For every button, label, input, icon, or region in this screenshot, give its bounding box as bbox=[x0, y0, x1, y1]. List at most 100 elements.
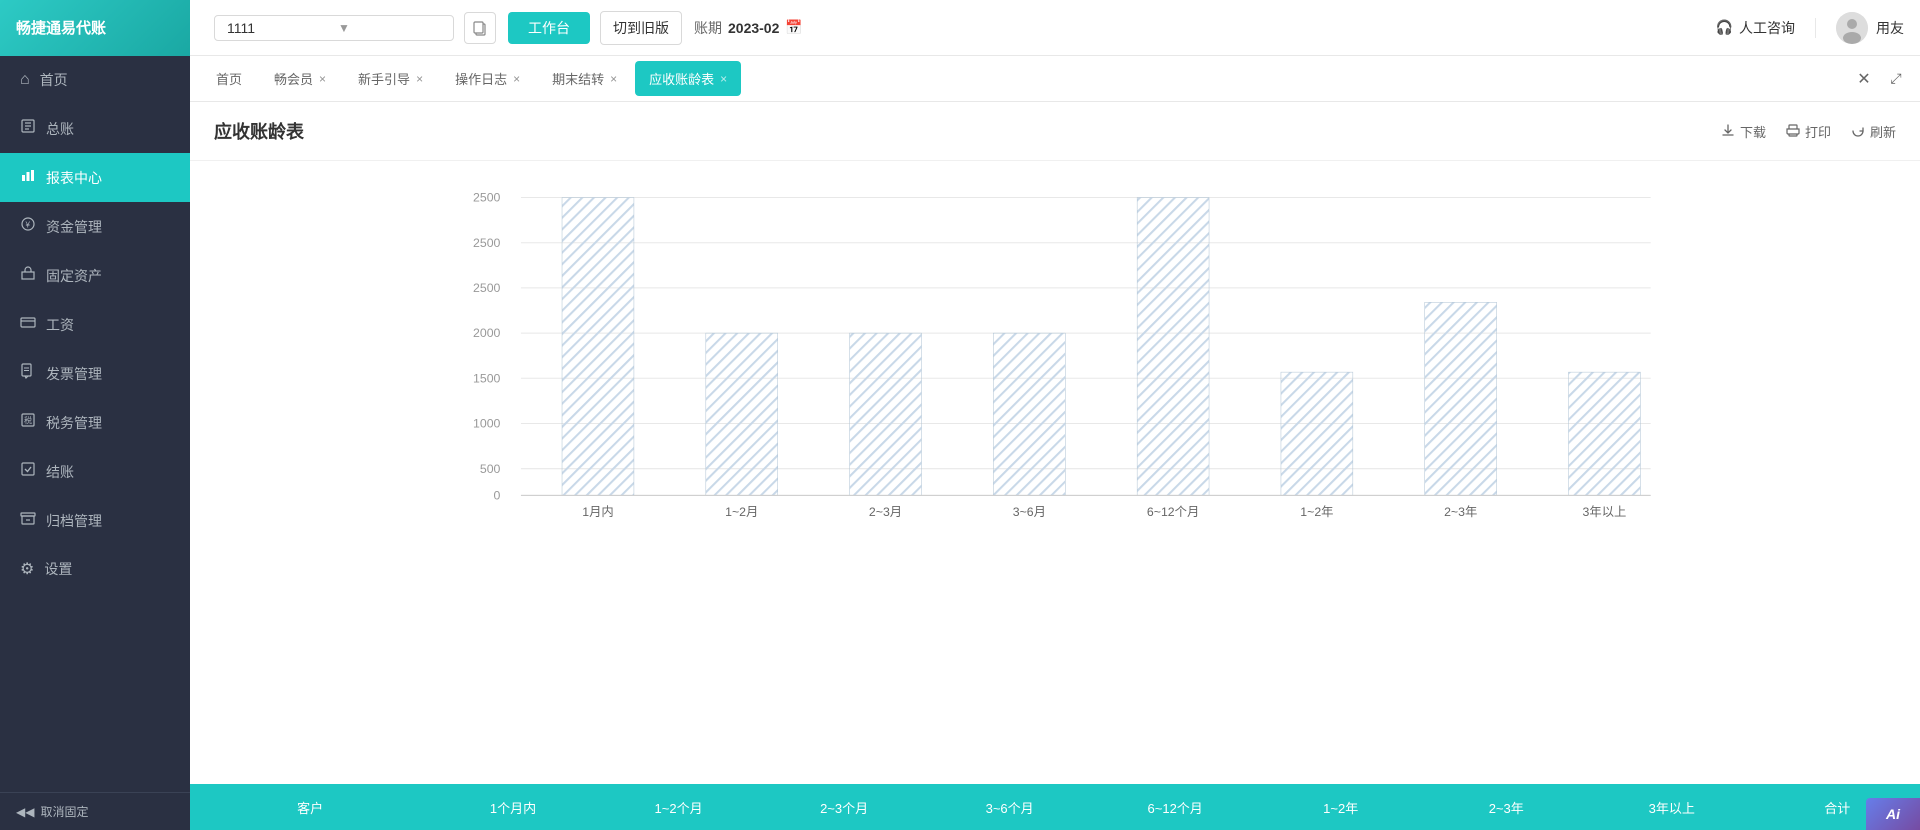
sidebar-item-settle[interactable]: 结账 bbox=[0, 447, 190, 496]
tab-member-label: 畅会员 bbox=[274, 69, 313, 88]
sidebar-item-home[interactable]: ⌂ 首页 bbox=[0, 56, 190, 104]
main-layout: ⌂ 首页 总账 报表中心 ¥ 资金管理 bbox=[0, 56, 1920, 830]
th-2-3month: 2~3个月 bbox=[761, 798, 927, 817]
ai-badge[interactable]: Ai bbox=[1866, 798, 1920, 830]
sidebar-item-tax[interactable]: 税 税务管理 bbox=[0, 398, 190, 447]
tab-period-end-close[interactable]: × bbox=[610, 72, 617, 86]
logo-area: 畅捷通易代账 bbox=[0, 0, 190, 56]
tab-period-end[interactable]: 期末结转 × bbox=[538, 61, 631, 96]
tab-period-end-label: 期末结转 bbox=[552, 69, 604, 88]
svg-text:0: 0 bbox=[494, 488, 501, 502]
svg-text:1000: 1000 bbox=[473, 417, 501, 431]
sidebar-label-assets: 固定资产 bbox=[46, 266, 102, 286]
sidebar-label-settle: 结账 bbox=[46, 462, 74, 482]
page-content: 应收账龄表 下载 打印 刷新 bbox=[190, 102, 1920, 830]
bar-chart: 2500 2500 2500 2000 1500 1000 500 0 bbox=[214, 177, 1896, 557]
reports-icon bbox=[20, 167, 36, 188]
settings-icon: ⚙ bbox=[20, 559, 34, 579]
svg-text:2500: 2500 bbox=[473, 236, 501, 250]
sidebar-item-invoice[interactable]: 发票管理 bbox=[0, 349, 190, 398]
ai-label: Ai bbox=[1886, 806, 1900, 822]
ledger-icon bbox=[20, 118, 36, 139]
sidebar-footer[interactable]: ◀◀ 取消固定 bbox=[0, 792, 190, 830]
tabs-actions: ✕ ⤢ bbox=[1852, 67, 1908, 91]
sidebar-label-settings: 设置 bbox=[44, 559, 72, 579]
page-actions: 下载 打印 刷新 bbox=[1721, 122, 1896, 141]
consult-button[interactable]: 🎧 人工咨询 bbox=[1716, 18, 1795, 38]
company-selector[interactable]: 1111 ▼ bbox=[214, 15, 454, 41]
close-all-button[interactable]: ✕ bbox=[1852, 67, 1876, 91]
sidebar-label-archive: 归档管理 bbox=[46, 511, 102, 531]
user-name: 用友 bbox=[1876, 18, 1904, 38]
app-name: 畅捷通易代账 bbox=[16, 17, 106, 38]
period-area: 账期 2023-02 📅 bbox=[694, 18, 803, 38]
expand-button[interactable]: ⤢ bbox=[1884, 67, 1908, 91]
svg-text:1月内: 1月内 bbox=[582, 505, 613, 519]
tab-member-close[interactable]: × bbox=[319, 72, 326, 86]
page-header: 应收账龄表 下载 打印 刷新 bbox=[190, 102, 1920, 161]
tab-ar-aging[interactable]: 应收账龄表 × bbox=[635, 61, 741, 96]
refresh-button[interactable]: 刷新 bbox=[1851, 122, 1896, 141]
th-3plus-year: 3年以上 bbox=[1589, 798, 1755, 817]
th-1-2year: 1~2年 bbox=[1258, 798, 1424, 817]
workbench-button[interactable]: 工作台 bbox=[508, 12, 590, 44]
download-icon bbox=[1721, 124, 1735, 138]
archive-icon bbox=[20, 510, 36, 531]
sidebar: ⌂ 首页 总账 报表中心 ¥ 资金管理 bbox=[0, 56, 190, 830]
th-2-3year: 2~3年 bbox=[1423, 798, 1589, 817]
consult-label: 人工咨询 bbox=[1739, 18, 1795, 38]
print-icon bbox=[1786, 124, 1800, 138]
chart-container: 2500 2500 2500 2000 1500 1000 500 0 bbox=[190, 161, 1920, 784]
funds-icon: ¥ bbox=[20, 216, 36, 237]
svg-text:2500: 2500 bbox=[473, 191, 501, 205]
sidebar-label-tax: 税务管理 bbox=[46, 413, 102, 433]
tab-oplog-close[interactable]: × bbox=[513, 72, 520, 86]
tab-member[interactable]: 畅会员 × bbox=[260, 61, 340, 96]
svg-text:1500: 1500 bbox=[473, 371, 501, 385]
company-name: 1111 bbox=[227, 20, 330, 36]
svg-text:6~12个月: 6~12个月 bbox=[1147, 505, 1199, 519]
svg-text:税: 税 bbox=[24, 415, 32, 425]
svg-text:¥: ¥ bbox=[25, 221, 31, 230]
svg-text:3~6月: 3~6月 bbox=[1013, 505, 1046, 519]
calendar-icon[interactable]: 📅 bbox=[785, 19, 802, 36]
header-divider bbox=[1815, 18, 1816, 38]
svg-text:1~2月: 1~2月 bbox=[725, 505, 758, 519]
download-label: 下载 bbox=[1740, 122, 1766, 141]
tab-ar-aging-label: 应收账龄表 bbox=[649, 69, 714, 88]
copy-icon bbox=[472, 20, 488, 36]
print-label: 打印 bbox=[1805, 122, 1831, 141]
tab-guide[interactable]: 新手引导 × bbox=[344, 61, 437, 96]
sidebar-item-salary[interactable]: 工资 bbox=[0, 300, 190, 349]
dropdown-arrow-icon: ▼ bbox=[338, 21, 441, 35]
tabs-bar: 首页 畅会员 × 新手引导 × 操作日志 × 期末结转 × 应收账龄表 × bbox=[190, 56, 1920, 102]
svg-text:500: 500 bbox=[480, 462, 501, 476]
tab-oplog-label: 操作日志 bbox=[455, 69, 507, 88]
salary-icon bbox=[20, 314, 36, 335]
period-label: 账期 bbox=[694, 18, 722, 38]
sidebar-item-assets[interactable]: 固定资产 bbox=[0, 251, 190, 300]
sidebar-item-ledger[interactable]: 总账 bbox=[0, 104, 190, 153]
sidebar-item-reports[interactable]: 报表中心 bbox=[0, 153, 190, 202]
sidebar-item-funds[interactable]: ¥ 资金管理 bbox=[0, 202, 190, 251]
switch-version-button[interactable]: 切到旧版 bbox=[600, 11, 682, 45]
tab-guide-close[interactable]: × bbox=[416, 72, 423, 86]
print-button[interactable]: 打印 bbox=[1786, 122, 1831, 141]
tax-icon: 税 bbox=[20, 412, 36, 433]
sidebar-item-settings[interactable]: ⚙ 设置 bbox=[0, 545, 190, 593]
user-area[interactable]: 用友 bbox=[1836, 12, 1904, 44]
chart-inner: 2500 2500 2500 2000 1500 1000 500 0 bbox=[214, 177, 1896, 557]
svg-text:2000: 2000 bbox=[473, 326, 501, 340]
copy-button[interactable] bbox=[464, 12, 496, 44]
tab-ar-aging-close[interactable]: × bbox=[720, 72, 727, 86]
sidebar-item-archive[interactable]: 归档管理 bbox=[0, 496, 190, 545]
period-value: 2023-02 bbox=[728, 20, 779, 36]
unpin-label: 取消固定 bbox=[40, 803, 88, 820]
tab-home[interactable]: 首页 bbox=[202, 61, 256, 96]
th-6-12month: 6~12个月 bbox=[1092, 798, 1258, 817]
th-1month: 1个月内 bbox=[430, 798, 596, 817]
tab-oplog[interactable]: 操作日志 × bbox=[441, 61, 534, 96]
pin-icon: ◀◀ bbox=[16, 805, 34, 819]
avatar bbox=[1836, 12, 1868, 44]
download-button[interactable]: 下载 bbox=[1721, 122, 1766, 141]
